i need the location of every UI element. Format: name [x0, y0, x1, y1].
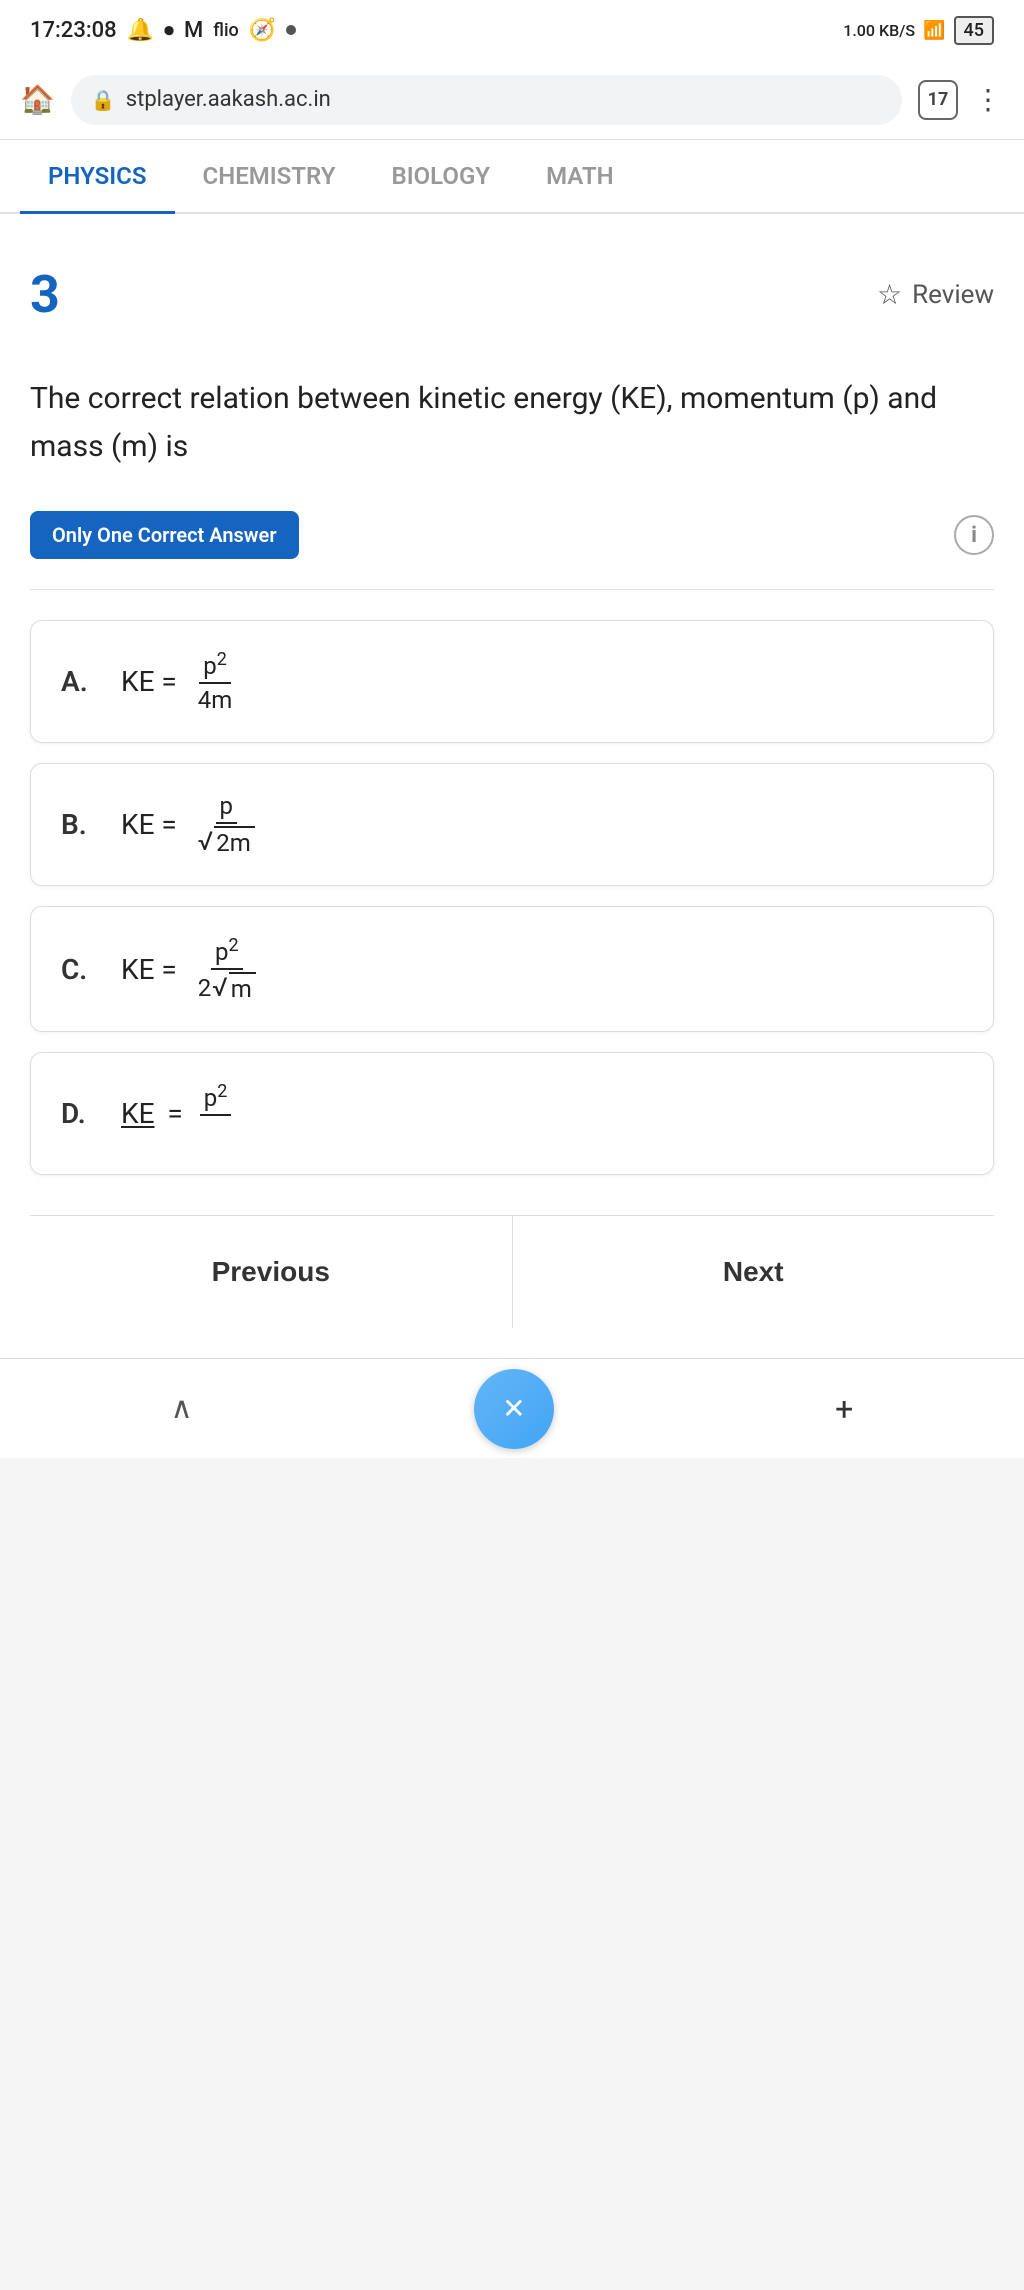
- review-label: Review: [912, 280, 994, 310]
- question-header: 3 ☆ Review: [30, 244, 994, 355]
- url-text: stplayer.aakash.ac.in: [126, 87, 331, 112]
- option-d-formula: KE = p2: [121, 1081, 235, 1146]
- option-b[interactable]: B. KE = p √2m: [30, 763, 994, 886]
- option-c[interactable]: C. KE = p2 2√m: [30, 906, 994, 1032]
- option-a-label: A.: [61, 665, 101, 698]
- next-button[interactable]: Next: [513, 1216, 995, 1328]
- network-speed: 1.00 KB/S: [843, 21, 915, 40]
- option-b-label: B.: [61, 808, 101, 841]
- tab-math[interactable]: MATH: [518, 140, 642, 212]
- option-c-formula: KE = p2 2√m: [121, 935, 264, 1003]
- answer-type-badge: Only One Correct Answer: [30, 511, 299, 559]
- center-action-button[interactable]: ✕: [474, 1369, 554, 1449]
- status-time: 17:23:08: [30, 18, 117, 43]
- answer-type-row: Only One Correct Answer i: [30, 511, 994, 559]
- option-a[interactable]: A. KE = p2 4m: [30, 620, 994, 743]
- options-container: A. KE = p2 4m B. KE = p √2m: [30, 610, 994, 1185]
- info-icon[interactable]: i: [954, 515, 994, 555]
- subject-tabs: PHYSICS CHEMISTRY BIOLOGY MATH: [0, 140, 1024, 214]
- status-bar: 17:23:08 🔔 ⏺ M flio 🧭 1.00 KB/S 📶 45: [0, 0, 1024, 60]
- option-d[interactable]: D. KE = p2: [30, 1052, 994, 1175]
- tab-biology[interactable]: BIOLOGY: [364, 140, 519, 212]
- bell-icon: 🔔: [127, 18, 154, 43]
- address-bar[interactable]: 🔒 stplayer.aakash.ac.in: [71, 75, 902, 125]
- bottom-navigation-bar: ∧ ✕ +: [0, 1358, 1024, 1458]
- review-button[interactable]: ☆ Review: [877, 278, 994, 311]
- dot-indicator: [286, 25, 296, 35]
- previous-button[interactable]: Previous: [30, 1216, 513, 1328]
- back-icon[interactable]: ∧: [171, 1391, 193, 1426]
- flio-text: flio: [213, 20, 238, 41]
- more-options-icon[interactable]: ⋮: [974, 83, 1004, 116]
- divider: [30, 589, 994, 590]
- option-b-formula: KE = p √2m: [121, 792, 263, 857]
- question-number: 3: [30, 264, 60, 325]
- tab-chemistry[interactable]: CHEMISTRY: [175, 140, 364, 212]
- browser-bar: 🏠 🔒 stplayer.aakash.ac.in 17 ⋮: [0, 60, 1024, 140]
- battery-indicator: 45: [954, 16, 994, 45]
- signal-bars: 📶: [923, 20, 945, 41]
- plus-icon[interactable]: +: [835, 1390, 853, 1428]
- tab-physics[interactable]: PHYSICS: [20, 140, 175, 212]
- status-bar-right: 1.00 KB/S 📶 45: [843, 16, 994, 45]
- star-icon: ☆: [877, 278, 902, 311]
- tab-count[interactable]: 17: [918, 80, 958, 120]
- nav-buttons: Previous Next: [30, 1215, 994, 1328]
- question-text: The correct relation between kinetic ene…: [30, 355, 994, 511]
- option-d-label: D.: [61, 1097, 101, 1130]
- main-content: 3 ☆ Review The correct relation between …: [0, 214, 1024, 1358]
- dm-icon: ⏺: [164, 18, 174, 42]
- option-a-formula: KE = p2 4m: [121, 649, 240, 714]
- mail-icon: M: [184, 18, 203, 43]
- nav-icon: 🧭: [249, 18, 276, 43]
- status-bar-left: 17:23:08 🔔 ⏺ M flio 🧭: [30, 18, 296, 43]
- home-icon[interactable]: 🏠: [20, 83, 55, 116]
- center-icon: ✕: [502, 1392, 525, 1425]
- lock-icon: 🔒: [91, 88, 116, 112]
- option-c-label: C.: [61, 953, 101, 986]
